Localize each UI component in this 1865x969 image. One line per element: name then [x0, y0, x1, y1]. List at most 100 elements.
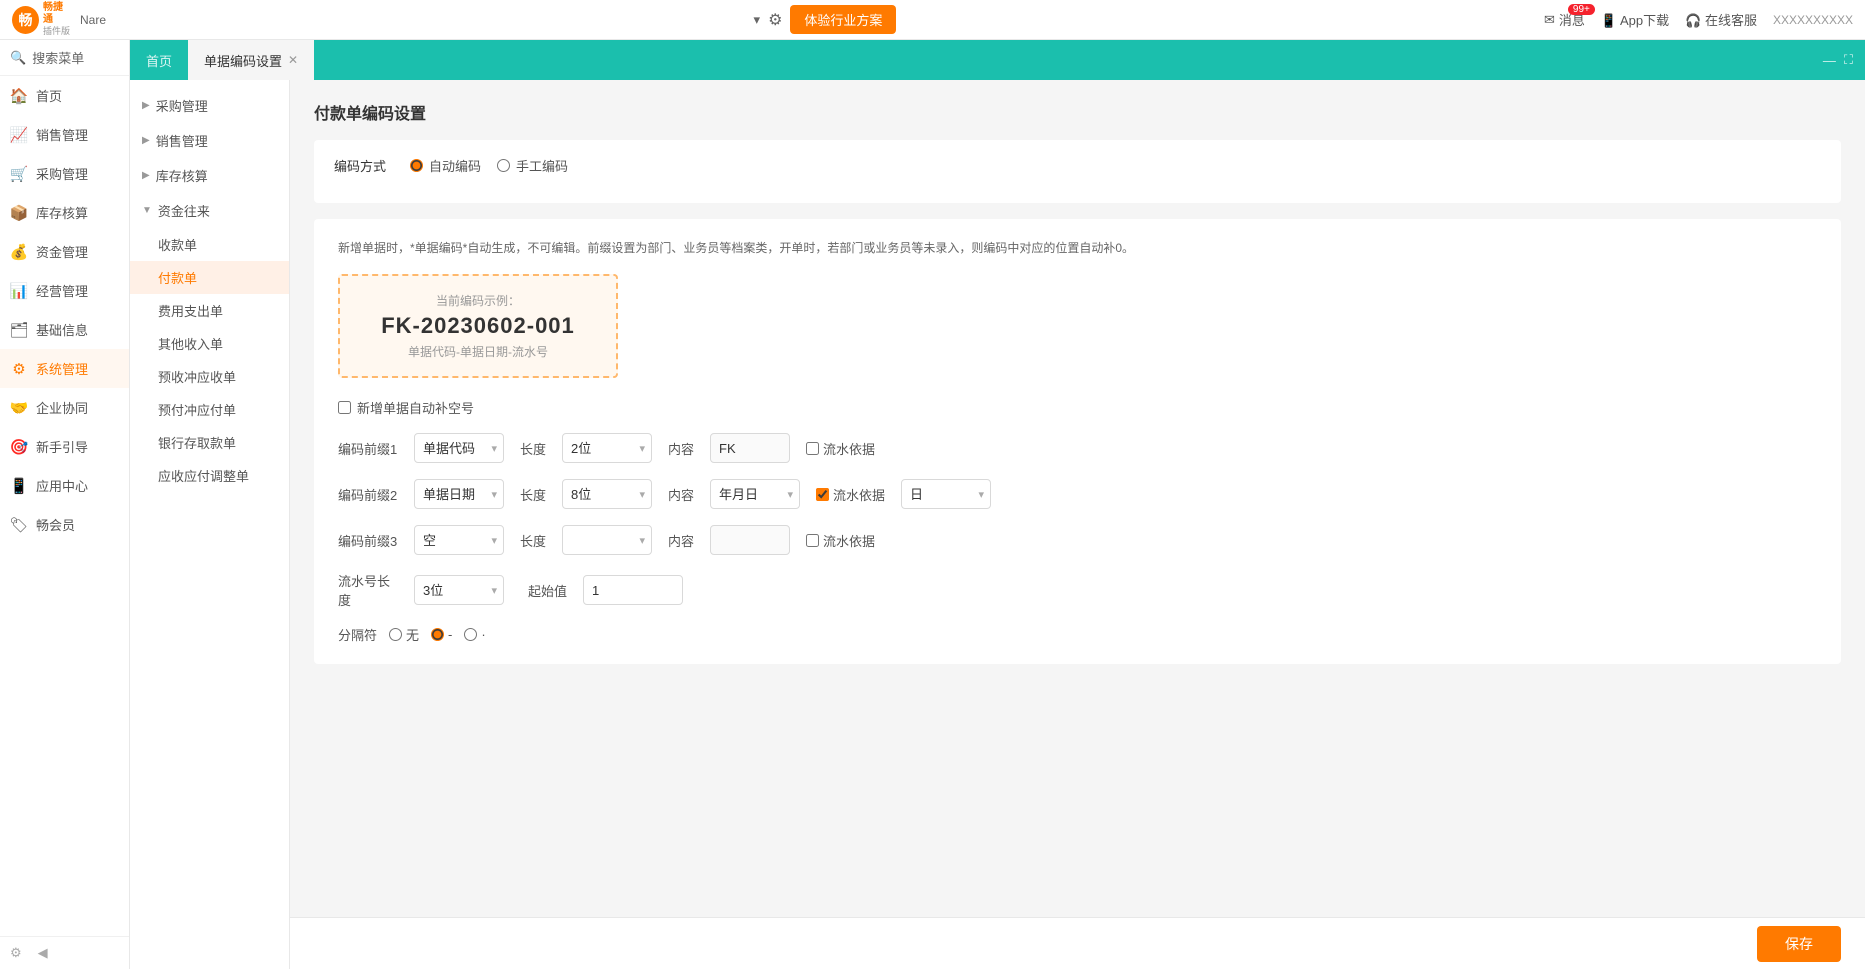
experience-btn[interactable]: 体验行业方案 — [790, 5, 896, 34]
sub-menu-item-receipt[interactable]: 收款单 — [130, 228, 289, 261]
sep-dash-option[interactable]: - — [431, 627, 452, 642]
sidebar-item-inventory[interactable]: 📦 库存核算 — [0, 193, 129, 232]
stream2-period-wrap[interactable]: 日 月 年 — [901, 479, 991, 509]
stream2-checkbox[interactable] — [816, 488, 829, 501]
sub-menu-item-advance-receivable[interactable]: 预收冲应收单 — [130, 360, 289, 393]
preview-code: FK-20230602-001 — [364, 313, 592, 339]
purchase-arrow-icon: ▶ — [142, 100, 150, 111]
basic-icon: 🗂 — [10, 321, 28, 339]
sidebar-item-member[interactable]: 🏷 畅会员 — [0, 505, 129, 544]
sep-dash-radio[interactable] — [431, 628, 444, 641]
online-service[interactable]: 🎧 在线客服 — [1685, 10, 1757, 29]
company-name: Nare — [80, 13, 106, 27]
tab-home[interactable]: 首页 — [130, 40, 188, 80]
nav-dropdown[interactable]: ▾ — [754, 12, 761, 28]
length2-select-wrap[interactable]: 8位 6位 4位 — [562, 479, 652, 509]
sub-menu-item-expense[interactable]: 费用支出单 — [130, 294, 289, 327]
prefix3-row: 编码前缀3 空 单据代码 部门 长度 — [338, 525, 1817, 555]
sub-menu-header-capital[interactable]: ▼ 资金往来 — [130, 193, 289, 228]
sub-menu-header-sales[interactable]: ▶ 销售管理 — [130, 123, 289, 158]
content1-value: FK — [710, 433, 790, 463]
sub-sidebar: ▶ 采购管理 ▶ 销售管理 ▶ 库存核算 — [130, 80, 290, 969]
app-download[interactable]: 📱 App下载 — [1601, 10, 1669, 29]
sidebar-settings-icon[interactable]: ⚙ — [10, 945, 22, 961]
main: 首页 单据编码设置 ✕ — ⛶ ▶ 采购管理 — [130, 40, 1865, 969]
app-logo: 畅 畅捷通 插件版 — [12, 4, 72, 36]
sep-none-radio[interactable] — [389, 628, 402, 641]
tab-minimize-icon[interactable]: — — [1823, 53, 1836, 68]
sidebar-item-sales[interactable]: 📈 销售管理 — [0, 115, 129, 154]
prefix2-select[interactable]: 单据日期 单据代码 部门 空 — [414, 479, 504, 509]
prefix3-select-wrap[interactable]: 空 单据代码 部门 — [414, 525, 504, 555]
sidebar-item-purchase[interactable]: 🛒 采购管理 — [0, 154, 129, 193]
auto-encode-option[interactable]: 自动编码 — [410, 156, 481, 175]
content1-label: 内容 — [668, 439, 694, 458]
sidebar: 🔍 搜索菜单 🏠 首页 📈 销售管理 🛒 采购管理 📦 库存核算 💰 资金管理 … — [0, 40, 130, 969]
tab-maximize-icon[interactable]: ⛶ — [1844, 52, 1853, 68]
sales-arrow-icon: ▶ — [142, 135, 150, 146]
page-title: 付款单编码设置 — [314, 100, 1841, 124]
content2-select-wrap[interactable]: 年月日 年月 年 — [710, 479, 800, 509]
length2-select[interactable]: 8位 6位 4位 — [562, 479, 652, 509]
manual-encode-radio[interactable] — [497, 159, 510, 172]
stream2-period-select[interactable]: 日 月 年 — [901, 479, 991, 509]
prefix1-select-wrap[interactable]: 单据代码 部门 业务员 空 — [414, 433, 504, 463]
serial-length-select-wrap[interactable]: 3位 4位 5位 6位 — [414, 575, 504, 605]
stream2-wrap: 流水依据 — [816, 485, 885, 504]
sidebar-item-apps[interactable]: 📱 应用中心 — [0, 466, 129, 505]
sidebar-item-home[interactable]: 🏠 首页 — [0, 76, 129, 115]
sidebar-item-enterprise[interactable]: 🤝 企业协同 — [0, 388, 129, 427]
length3-select-wrap[interactable] — [562, 525, 652, 555]
start-value-input[interactable] — [583, 575, 683, 605]
sub-menu-item-advance-payable[interactable]: 预付冲应付单 — [130, 393, 289, 426]
manual-encode-option[interactable]: 手工编码 — [497, 156, 568, 175]
sep-dot-radio[interactable] — [464, 628, 477, 641]
sub-menu-item-payment[interactable]: 付款单 — [130, 261, 289, 294]
settings-card: 新增单据时，*单据编码*自动生成，不可编辑。前缀设置为部门、业务员等档案类，开单… — [314, 219, 1841, 664]
stream3-checkbox[interactable] — [806, 534, 819, 547]
sep-none-option[interactable]: 无 — [389, 625, 419, 644]
main-content-wrapper: 付款单编码设置 编码方式 自动编码 手工编码 — [290, 80, 1865, 969]
prefix2-select-wrap[interactable]: 单据日期 单据代码 部门 空 — [414, 479, 504, 509]
auto-fill-label: 新增单据自动补空号 — [357, 398, 474, 417]
stream1-checkbox[interactable] — [806, 442, 819, 455]
sub-menu-item-bank-deposit[interactable]: 银行存取款单 — [130, 426, 289, 459]
preview-box: 当前编码示例： FK-20230602-001 单据代码-单据日期-流水号 — [338, 274, 618, 378]
auto-encode-radio[interactable] — [410, 159, 423, 172]
member-icon: 🏷 — [10, 516, 28, 534]
sidebar-item-guide[interactable]: 🎯 新手引导 — [0, 427, 129, 466]
service-icon: 🎧 — [1685, 13, 1701, 28]
message-badge[interactable]: ✉ 消息 99+ — [1544, 10, 1585, 29]
save-button[interactable]: 保存 — [1757, 926, 1841, 962]
stream1-label: 流水依据 — [823, 439, 875, 458]
sidebar-item-system[interactable]: ⚙ 系统管理 — [0, 349, 129, 388]
sub-menu-item-ar-ap-adjust[interactable]: 应收应付调整单 — [130, 459, 289, 492]
sub-menu-header-inventory[interactable]: ▶ 库存核算 — [130, 158, 289, 193]
separator-label: 分隔符 — [338, 625, 377, 644]
finance-icon: 💰 — [10, 243, 28, 261]
tab-serial-settings[interactable]: 单据编码设置 ✕ — [188, 40, 314, 80]
logo-text: 畅捷通 插件版 — [43, 2, 72, 37]
stream3-wrap: 流水依据 — [806, 531, 875, 550]
prefix3-label: 编码前缀3 — [338, 531, 398, 550]
auto-fill-checkbox[interactable] — [338, 401, 351, 414]
sep-dot-option[interactable]: · — [464, 627, 485, 642]
prefix2-label: 编码前缀2 — [338, 485, 398, 504]
tab-close-icon[interactable]: ✕ — [288, 53, 298, 67]
sidebar-item-basic[interactable]: 🗂 基础信息 — [0, 310, 129, 349]
length3-select[interactable] — [562, 525, 652, 555]
settings-icon[interactable]: ⚙ — [768, 10, 782, 30]
length1-select-wrap[interactable]: 2位 3位 4位 — [562, 433, 652, 463]
prefix3-select[interactable]: 空 单据代码 部门 — [414, 525, 504, 555]
sidebar-item-finance[interactable]: 💰 资金管理 — [0, 232, 129, 271]
content2-select[interactable]: 年月日 年月 年 — [710, 479, 800, 509]
sub-menu-item-other-income[interactable]: 其他收入单 — [130, 327, 289, 360]
sidebar-bottom: ⚙ ◀ — [0, 936, 129, 969]
sidebar-collapse-icon[interactable]: ◀ — [38, 945, 48, 961]
sidebar-search[interactable]: 🔍 搜索菜单 — [0, 40, 129, 76]
sidebar-item-operation[interactable]: 📊 经营管理 — [0, 271, 129, 310]
length1-select[interactable]: 2位 3位 4位 — [562, 433, 652, 463]
sub-menu-header-purchase[interactable]: ▶ 采购管理 — [130, 88, 289, 123]
serial-length-select[interactable]: 3位 4位 5位 6位 — [414, 575, 504, 605]
prefix1-select[interactable]: 单据代码 部门 业务员 空 — [414, 433, 504, 463]
